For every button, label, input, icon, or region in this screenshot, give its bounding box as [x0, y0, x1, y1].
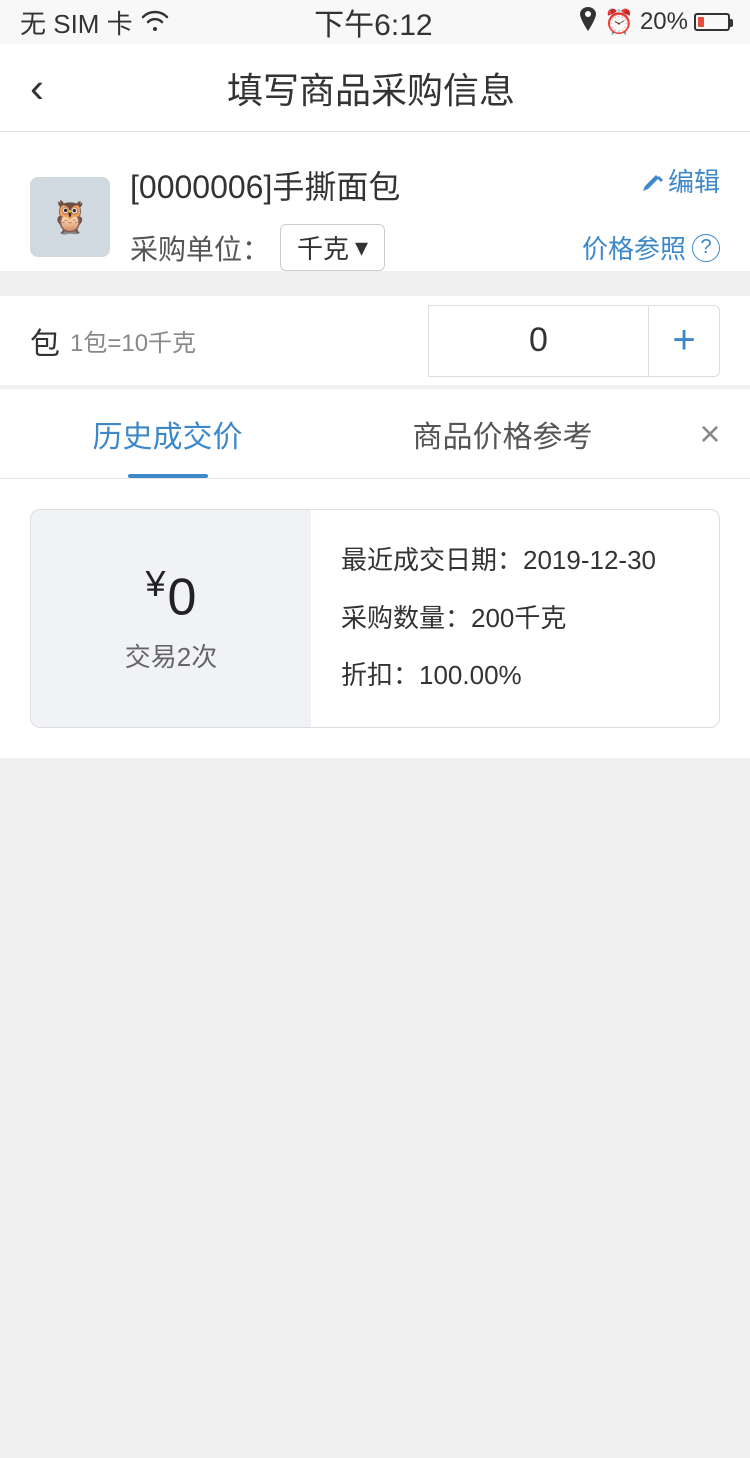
unit-conversion: 1包=10千克 — [70, 323, 196, 358]
tab-panel: 历史成交价 商品价格参考 × ¥0 交易2次 最近成交日期：2019-12-30… — [0, 389, 750, 758]
tab-header: 历史成交价 商品价格参考 × — [0, 389, 750, 479]
purchase-qty-label: 采购数量： — [341, 603, 471, 633]
discount-label: 折扣： — [341, 660, 419, 690]
product-header: 🦉 [0000006]手撕面包 采购单位： 千克 ▾ 编辑 — [30, 162, 720, 271]
quantity-controls: 0 + — [428, 305, 720, 377]
price-ref-button[interactable]: 价格参照 ? — [582, 229, 720, 266]
quantity-plus-button[interactable]: + — [648, 305, 720, 377]
purchase-qty-value: 200千克 — [471, 603, 566, 633]
product-name: [0000006]手撕面包 — [130, 162, 400, 208]
tab-active-indicator — [128, 474, 208, 478]
product-card: 🦉 [0000006]手撕面包 采购单位： 千克 ▾ 编辑 — [0, 132, 750, 271]
tab-history-price[interactable]: 历史成交价 — [0, 389, 335, 478]
back-button[interactable]: ‹ — [30, 67, 44, 109]
currency-symbol: ¥ — [146, 563, 166, 604]
chevron-down-icon: ▾ — [355, 232, 368, 263]
status-right: ⏰ 20% — [578, 7, 730, 38]
price-summary: ¥0 交易2次 — [31, 510, 311, 727]
info-icon: ? — [692, 234, 720, 262]
battery-percent: 20% — [640, 8, 688, 36]
tab-close-button[interactable]: × — [670, 413, 750, 455]
unit-selector[interactable]: 千克 ▾ — [280, 224, 385, 271]
product-name-area: [0000006]手撕面包 采购单位： 千克 ▾ — [130, 162, 400, 271]
unit-name: 包 — [30, 319, 60, 363]
product-thumbnail: 🦉 — [30, 177, 110, 257]
status-time: 下午6:12 — [314, 0, 432, 44]
location-icon — [578, 7, 598, 38]
unit-label: 采购单位： — [130, 228, 270, 268]
tab-product-price[interactable]: 商品价格参考 — [335, 389, 670, 478]
recent-date-value: 2019-12-30 — [523, 545, 656, 575]
wifi-icon — [141, 7, 169, 38]
quantity-label: 包 1包=10千克 — [30, 319, 196, 363]
price-card-area: ¥0 交易2次 最近成交日期：2019-12-30 采购数量：200千克 折扣：… — [0, 479, 750, 758]
price-value: ¥0 — [146, 563, 197, 627]
carrier-text: 无 SIM 卡 — [20, 4, 133, 41]
price-details: 最近成交日期：2019-12-30 采购数量：200千克 折扣：100.00% — [311, 510, 719, 727]
battery-icon — [694, 13, 730, 31]
product-logo-icon: 🦉 — [50, 201, 90, 233]
bottom-space — [0, 758, 750, 1458]
quantity-row: 包 1包=10千克 0 + — [0, 295, 750, 385]
edit-button[interactable]: 编辑 — [642, 162, 720, 199]
recent-date-label: 最近成交日期： — [341, 545, 523, 575]
purchase-qty-row: 采购数量：200千克 — [341, 598, 689, 640]
status-bar: 无 SIM 卡 下午6:12 ⏰ 20% — [0, 0, 750, 44]
page-title: 填写商品采购信息 — [64, 62, 678, 114]
discount-row: 折扣：100.00% — [341, 655, 689, 697]
quantity-input[interactable]: 0 — [428, 305, 648, 377]
recent-date-row: 最近成交日期：2019-12-30 — [341, 540, 689, 582]
trade-count: 交易2次 — [125, 637, 217, 674]
alarm-icon: ⏰ — [604, 8, 634, 37]
nav-bar: ‹ 填写商品采购信息 — [0, 44, 750, 132]
discount-value: 100.00% — [419, 660, 522, 690]
product-unit-row: 采购单位： 千克 ▾ — [130, 224, 400, 271]
price-card: ¥0 交易2次 最近成交日期：2019-12-30 采购数量：200千克 折扣：… — [30, 509, 720, 728]
status-left: 无 SIM 卡 — [20, 4, 169, 41]
product-info: 🦉 [0000006]手撕面包 采购单位： 千克 ▾ — [30, 162, 400, 271]
